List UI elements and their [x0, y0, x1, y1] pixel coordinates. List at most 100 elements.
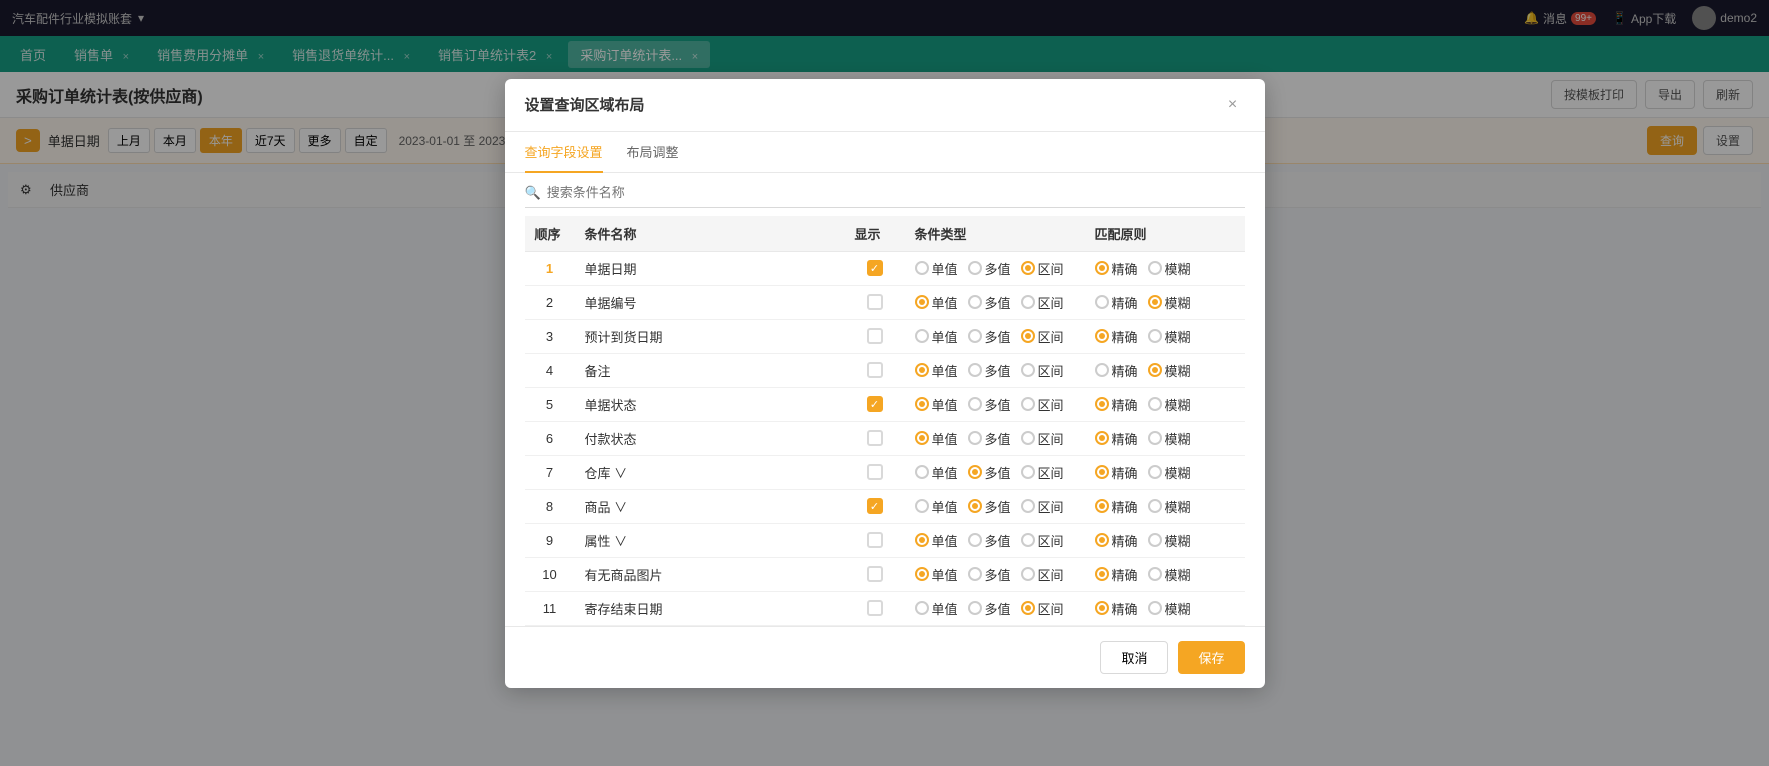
show-checkbox[interactable] — [867, 362, 883, 378]
type-radio-单值[interactable]: 单值 — [915, 497, 958, 516]
match-radio-精确[interactable]: 精确 — [1095, 599, 1138, 618]
type-radio-多值[interactable]: 多值 — [968, 259, 1011, 278]
header-show: 显示 — [845, 216, 905, 252]
radio-circle — [1021, 499, 1035, 513]
type-radio-区间[interactable]: 区间 — [1021, 599, 1064, 618]
match-radio-模糊[interactable]: 模糊 — [1148, 293, 1191, 312]
type-radio-group: 单值 多值 区间 — [915, 531, 1075, 550]
match-radio-group: 精确 模糊 — [1095, 259, 1235, 278]
show-checkbox[interactable] — [867, 464, 883, 480]
name-cell: 单据日期 — [575, 251, 845, 285]
type-radio-单值[interactable]: 单值 — [915, 395, 958, 414]
radio-circle — [915, 261, 929, 275]
match-radio-精确[interactable]: 精确 — [1095, 429, 1138, 448]
match-radio-精确[interactable]: 精确 — [1095, 531, 1138, 550]
type-cell: 单值 多值 区间 — [905, 353, 1085, 387]
radio-circle — [1021, 329, 1035, 343]
type-radio-多值[interactable]: 多值 — [968, 327, 1011, 346]
type-radio-单值[interactable]: 单值 — [915, 429, 958, 448]
condition-name: 寄存结束日期 — [585, 602, 663, 617]
order-cell: 7 — [525, 455, 575, 489]
order-cell: 9 — [525, 523, 575, 557]
match-radio-模糊[interactable]: 模糊 — [1148, 259, 1191, 278]
type-radio-区间[interactable]: 区间 — [1021, 497, 1064, 516]
type-radio-多值[interactable]: 多值 — [968, 293, 1011, 312]
condition-name: 有无商品图片 — [585, 568, 663, 583]
match-radio-模糊[interactable]: 模糊 — [1148, 497, 1191, 516]
match-radio-模糊[interactable]: 模糊 — [1148, 395, 1191, 414]
type-radio-区间[interactable]: 区间 — [1021, 565, 1064, 584]
match-radio-模糊[interactable]: 模糊 — [1148, 361, 1191, 380]
condition-name: 付款状态 — [585, 432, 637, 447]
match-radio-模糊[interactable]: 模糊 — [1148, 463, 1191, 482]
order-cell: 4 — [525, 353, 575, 387]
show-checkbox[interactable] — [867, 396, 883, 412]
show-checkbox[interactable] — [867, 430, 883, 446]
type-radio-单值[interactable]: 单值 — [915, 463, 958, 482]
type-radio-区间[interactable]: 区间 — [1021, 463, 1064, 482]
show-checkbox[interactable] — [867, 260, 883, 276]
type-radio-区间[interactable]: 区间 — [1021, 259, 1064, 278]
type-radio-多值[interactable]: 多值 — [968, 395, 1011, 414]
search-input[interactable] — [547, 185, 747, 200]
match-radio-精确[interactable]: 精确 — [1095, 565, 1138, 584]
type-radio-单值[interactable]: 单值 — [915, 599, 958, 618]
type-radio-多值[interactable]: 多值 — [968, 531, 1011, 550]
match-radio-模糊[interactable]: 模糊 — [1148, 327, 1191, 346]
type-radio-区间[interactable]: 区间 — [1021, 293, 1064, 312]
show-checkbox[interactable] — [867, 566, 883, 582]
show-cell — [845, 387, 905, 421]
type-radio-多值[interactable]: 多值 — [968, 497, 1011, 516]
match-radio-模糊[interactable]: 模糊 — [1148, 429, 1191, 448]
match-radio-模糊[interactable]: 模糊 — [1148, 531, 1191, 550]
type-radio-区间[interactable]: 区间 — [1021, 361, 1064, 380]
cancel-button[interactable]: 取消 — [1100, 641, 1168, 674]
modal: 设置查询区域布局 × 查询字段设置 布局调整 🔍 顺序 条件名称 显示 — [505, 79, 1265, 688]
show-checkbox[interactable] — [867, 328, 883, 344]
type-radio-多值[interactable]: 多值 — [968, 463, 1011, 482]
show-checkbox[interactable] — [867, 532, 883, 548]
match-cell: 精确 模糊 — [1085, 387, 1245, 421]
type-radio-单值[interactable]: 单值 — [915, 293, 958, 312]
type-cell: 单值 多值 区间 — [905, 489, 1085, 523]
modal-close-button[interactable]: × — [1221, 93, 1245, 117]
radio-circle — [1148, 363, 1162, 377]
match-radio-精确[interactable]: 精确 — [1095, 293, 1138, 312]
type-radio-多值[interactable]: 多值 — [968, 361, 1011, 380]
type-radio-多值[interactable]: 多值 — [968, 565, 1011, 584]
show-checkbox[interactable] — [867, 294, 883, 310]
order-number: 6 — [546, 431, 553, 446]
tab-query-fields[interactable]: 查询字段设置 — [525, 132, 603, 173]
modal-title: 设置查询区域布局 — [525, 94, 645, 115]
match-radio-精确[interactable]: 精确 — [1095, 395, 1138, 414]
type-radio-多值[interactable]: 多值 — [968, 599, 1011, 618]
type-radio-单值[interactable]: 单值 — [915, 531, 958, 550]
type-radio-单值[interactable]: 单值 — [915, 361, 958, 380]
show-checkbox[interactable] — [867, 600, 883, 616]
match-radio-精确[interactable]: 精确 — [1095, 497, 1138, 516]
type-radio-区间[interactable]: 区间 — [1021, 531, 1064, 550]
order-cell: 5 — [525, 387, 575, 421]
match-cell: 精确 模糊 — [1085, 455, 1245, 489]
radio-circle — [1148, 431, 1162, 445]
type-radio-区间[interactable]: 区间 — [1021, 327, 1064, 346]
type-radio-区间[interactable]: 区间 — [1021, 429, 1064, 448]
type-radio-group: 单值 多值 区间 — [915, 599, 1075, 618]
type-radio-单值[interactable]: 单值 — [915, 327, 958, 346]
match-radio-精确[interactable]: 精确 — [1095, 327, 1138, 346]
radio-circle — [968, 533, 982, 547]
tab-layout-adjust[interactable]: 布局调整 — [627, 132, 679, 173]
header-name: 条件名称 — [575, 216, 845, 252]
type-radio-单值[interactable]: 单值 — [915, 565, 958, 584]
match-radio-模糊[interactable]: 模糊 — [1148, 599, 1191, 618]
type-radio-单值[interactable]: 单值 — [915, 259, 958, 278]
type-radio-区间[interactable]: 区间 — [1021, 395, 1064, 414]
type-radio-多值[interactable]: 多值 — [968, 429, 1011, 448]
match-radio-精确[interactable]: 精确 — [1095, 259, 1138, 278]
match-radio-模糊[interactable]: 模糊 — [1148, 565, 1191, 584]
match-radio-精确[interactable]: 精确 — [1095, 463, 1138, 482]
condition-name: 商品 ∨ — [585, 500, 628, 515]
save-button[interactable]: 保存 — [1178, 641, 1244, 674]
match-radio-精确[interactable]: 精确 — [1095, 361, 1138, 380]
show-checkbox[interactable] — [867, 498, 883, 514]
